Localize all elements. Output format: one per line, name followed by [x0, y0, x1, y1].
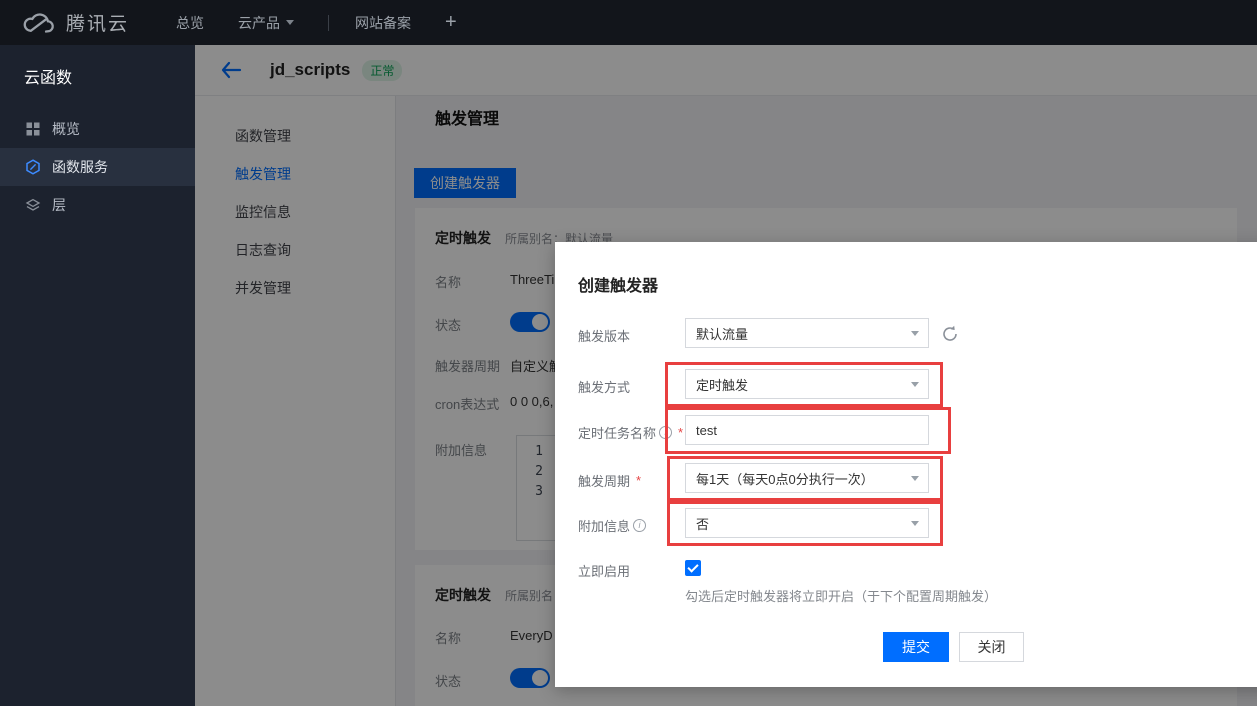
timer-task-name-input[interactable] — [685, 415, 929, 445]
field-label-trigger-cycle: 触发周期 * — [578, 471, 641, 490]
function-service-icon — [25, 159, 41, 175]
sidebar-item-label: 函数服务 — [52, 157, 108, 177]
trigger-version-select[interactable]: 默认流量 — [685, 318, 929, 348]
field-label-enable-now: 立即启用 — [578, 561, 630, 580]
selected-value: 每1天（每天0点0分执行一次） — [696, 469, 874, 488]
field-label-timer-task-name: 定时任务名称 i * — [578, 423, 683, 442]
chevron-down-icon — [911, 331, 919, 336]
dialog-title: 创建触发器 — [578, 272, 658, 296]
required-asterisk: * — [678, 425, 683, 440]
chevron-down-icon — [286, 20, 294, 25]
sidebar-item-overview[interactable]: 概览 — [0, 110, 195, 148]
submit-button[interactable]: 提交 — [883, 632, 949, 662]
required-asterisk: * — [636, 473, 641, 488]
field-label-extra-info: 附加信息 i — [578, 516, 646, 535]
chevron-down-icon — [911, 521, 919, 526]
brand-label: 腾讯云 — [66, 9, 129, 36]
extra-info-select[interactable]: 否 — [685, 508, 929, 538]
create-trigger-dialog: 创建触发器 触发版本 默认流量 触发方式 定时触发 定时任务名称 i * 触发周… — [555, 242, 1257, 687]
nav-cloud-products-label: 云产品 — [238, 13, 280, 33]
info-icon[interactable]: i — [633, 519, 646, 532]
layers-icon — [25, 197, 41, 213]
trigger-method-select[interactable]: 定时触发 — [685, 369, 929, 399]
tencent-cloud-brand[interactable]: 腾讯云 — [18, 9, 168, 36]
enable-now-checkbox[interactable] — [685, 560, 701, 576]
info-icon[interactable]: i — [659, 426, 672, 439]
selected-value: 默认流量 — [696, 324, 748, 343]
nav-divider — [328, 15, 329, 31]
top-navbar: 腾讯云 总览 云产品 网站备案 + — [0, 0, 1257, 45]
tencent-cloud-logo-icon — [18, 10, 56, 36]
sidebar-item-layers[interactable]: 层 — [0, 186, 195, 224]
grid-icon — [25, 121, 41, 137]
product-title: 云函数 — [0, 45, 195, 110]
nav-cloud-products[interactable]: 云产品 — [238, 13, 294, 33]
left-sidebar: 云函数 概览 函数服务 层 — [0, 45, 195, 706]
sidebar-item-label: 层 — [52, 195, 66, 215]
enable-now-hint: 勾选后定时触发器将立即开启（于下个配置周期触发） — [685, 586, 997, 605]
trigger-cycle-select[interactable]: 每1天（每天0点0分执行一次） — [685, 463, 929, 493]
sidebar-item-label: 概览 — [52, 119, 80, 139]
nav-overview[interactable]: 总览 — [176, 13, 204, 33]
add-tab-button[interactable]: + — [445, 11, 457, 34]
selected-value: 定时触发 — [696, 375, 748, 394]
chevron-down-icon — [911, 476, 919, 481]
field-label-trigger-method: 触发方式 — [578, 377, 630, 396]
refresh-icon[interactable] — [941, 325, 959, 343]
close-button[interactable]: 关闭 — [959, 632, 1024, 662]
chevron-down-icon — [911, 382, 919, 387]
nav-icp-record[interactable]: 网站备案 — [355, 13, 411, 33]
selected-value: 否 — [696, 514, 709, 533]
field-label-trigger-version: 触发版本 — [578, 326, 630, 345]
sidebar-item-function-service[interactable]: 函数服务 — [0, 148, 195, 186]
